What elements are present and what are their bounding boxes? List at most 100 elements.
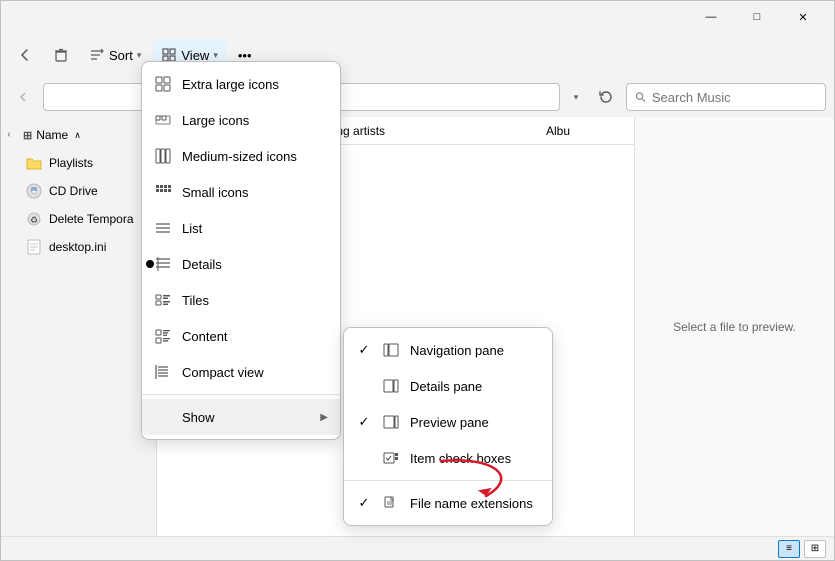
nav-header: ⊞ Name ∧ xyxy=(17,121,156,149)
item-checkboxes-icon xyxy=(382,449,400,467)
recycle-icon: ♻ xyxy=(25,210,43,228)
titlebar-controls: — □ ✕ xyxy=(688,1,826,33)
menu-divider-1 xyxy=(142,394,340,395)
details-label: Details xyxy=(182,257,328,272)
search-input[interactable] xyxy=(652,90,817,105)
nav-section: ⊞ Name ∧ Playlists xyxy=(17,117,156,265)
compact-icon xyxy=(154,363,172,381)
sort-label: Sort xyxy=(109,48,133,63)
file-ext-icon xyxy=(382,494,400,512)
submenu-preview-pane[interactable]: ✓ Preview pane xyxy=(344,404,552,440)
content-label: Content xyxy=(182,329,328,344)
submenu-details-pane[interactable]: Details pane xyxy=(344,368,552,404)
svg-text:♻: ♻ xyxy=(30,215,38,225)
medium-icon xyxy=(154,147,172,165)
nav-pane: ⊞ Name ∧ Playlists xyxy=(17,117,157,536)
list-view-toggle[interactable]: ≡ xyxy=(778,540,800,558)
search-icon xyxy=(635,91,646,103)
grid-view-toggle[interactable]: ⊞ xyxy=(804,540,826,558)
tiles-icon xyxy=(154,291,172,309)
menu-item-large[interactable]: Large icons xyxy=(142,102,340,138)
preview-pane-icon xyxy=(382,413,400,431)
grid-view-icon: ⊞ xyxy=(811,543,819,554)
extra-large-label: Extra large icons xyxy=(182,77,328,92)
menu-item-content[interactable]: Content xyxy=(142,318,340,354)
nav-name-header: Name xyxy=(36,128,68,142)
cd-icon xyxy=(25,182,43,200)
preview-text: Select a file to preview. xyxy=(673,320,796,334)
nav-item-cddrive[interactable]: CD Drive xyxy=(17,177,156,205)
delete-button[interactable] xyxy=(45,39,77,71)
preview-pane: Select a file to preview. xyxy=(634,117,834,536)
details-pane-icon xyxy=(382,377,400,395)
menu-item-compact[interactable]: Compact view xyxy=(142,354,340,390)
nav-pane-icon xyxy=(382,341,400,359)
preview-pane-check: ✓ xyxy=(356,414,372,430)
large-label: Large icons xyxy=(182,113,328,128)
list-view-icon: ≡ xyxy=(786,543,792,554)
menu-item-extra-large[interactable]: Extra large icons xyxy=(142,66,340,102)
extra-large-icon xyxy=(154,75,172,93)
desktop-ini-label: desktop.ini xyxy=(49,240,148,254)
show-label: Show xyxy=(182,410,310,425)
tiles-label: Tiles xyxy=(182,293,328,308)
nav-pane-label: Navigation pane xyxy=(410,343,540,358)
sort-button[interactable]: Sort ▾ xyxy=(81,39,149,71)
details-pane-label: Details pane xyxy=(410,379,540,394)
menu-item-tiles[interactable]: Tiles xyxy=(142,282,340,318)
submenu-nav-pane[interactable]: ✓ Navigation pane xyxy=(344,332,552,368)
menu-item-details[interactable]: Details xyxy=(142,246,340,282)
statusbar: ≡ ⊞ xyxy=(1,536,834,560)
list-label: List xyxy=(182,221,328,236)
view-dropdown-menu: Extra large icons Large icons xyxy=(141,61,341,440)
maximize-button[interactable]: □ xyxy=(734,1,780,33)
sort-icon xyxy=(89,47,105,63)
toolbar: Sort ▾ View ▾ ••• xyxy=(1,33,834,77)
details-icon xyxy=(154,255,172,273)
search-box[interactable] xyxy=(626,83,826,111)
close-button[interactable]: ✕ xyxy=(780,1,826,33)
show-icon xyxy=(154,408,172,426)
compact-label: Compact view xyxy=(182,365,328,380)
nav-back-button[interactable] xyxy=(9,81,37,113)
sort-chevron: ▾ xyxy=(137,50,142,61)
menu-item-medium[interactable]: Medium-sized icons xyxy=(142,138,340,174)
menu-item-small[interactable]: Small icons xyxy=(142,174,340,210)
details-bullet xyxy=(146,260,154,268)
arrow-indicator xyxy=(431,451,551,514)
delete-temp-label: Delete Tempora xyxy=(49,212,148,226)
nav-toggle-button[interactable]: ‹ xyxy=(7,125,10,144)
nav-pane-check: ✓ xyxy=(356,342,372,358)
nav-item-playlists[interactable]: Playlists xyxy=(17,149,156,177)
playlists-label: Playlists xyxy=(49,156,148,170)
preview-pane-label: Preview pane xyxy=(410,415,540,430)
nav-item-desktop-ini[interactable]: desktop.ini xyxy=(17,233,156,261)
menu-item-list[interactable]: List xyxy=(142,210,340,246)
medium-label: Medium-sized icons xyxy=(182,149,328,164)
view-chevron: ▾ xyxy=(213,50,218,61)
nav-sort-icon: ⊞ xyxy=(23,129,32,142)
large-icon xyxy=(154,111,172,129)
titlebar: — □ ✕ xyxy=(1,1,834,33)
small-label: Small icons xyxy=(182,185,328,200)
menu-item-show[interactable]: Show ▶ xyxy=(142,399,340,435)
col-album-header: Albu xyxy=(546,124,626,138)
delete-icon xyxy=(53,47,69,63)
show-arrow: ▶ xyxy=(320,412,328,423)
window: — □ ✕ xyxy=(0,0,835,561)
folder-yellow-icon xyxy=(25,154,43,172)
content-icon xyxy=(154,327,172,345)
back-button[interactable] xyxy=(9,39,41,71)
ini-file-icon xyxy=(25,238,43,256)
cddrive-label: CD Drive xyxy=(49,184,148,198)
file-ext-check: ✓ xyxy=(356,495,372,511)
nav-item-delete-temp[interactable]: ♻ Delete Tempora xyxy=(17,205,156,233)
refresh-button[interactable] xyxy=(592,83,620,111)
minimize-button[interactable]: — xyxy=(688,1,734,33)
list-icon xyxy=(154,219,172,237)
path-dropdown[interactable]: ▾ xyxy=(566,83,586,111)
nav-sort-chevron: ∧ xyxy=(74,130,81,141)
small-icon xyxy=(154,183,172,201)
back-icon xyxy=(17,47,33,63)
addressbar: ▾ xyxy=(1,77,834,117)
